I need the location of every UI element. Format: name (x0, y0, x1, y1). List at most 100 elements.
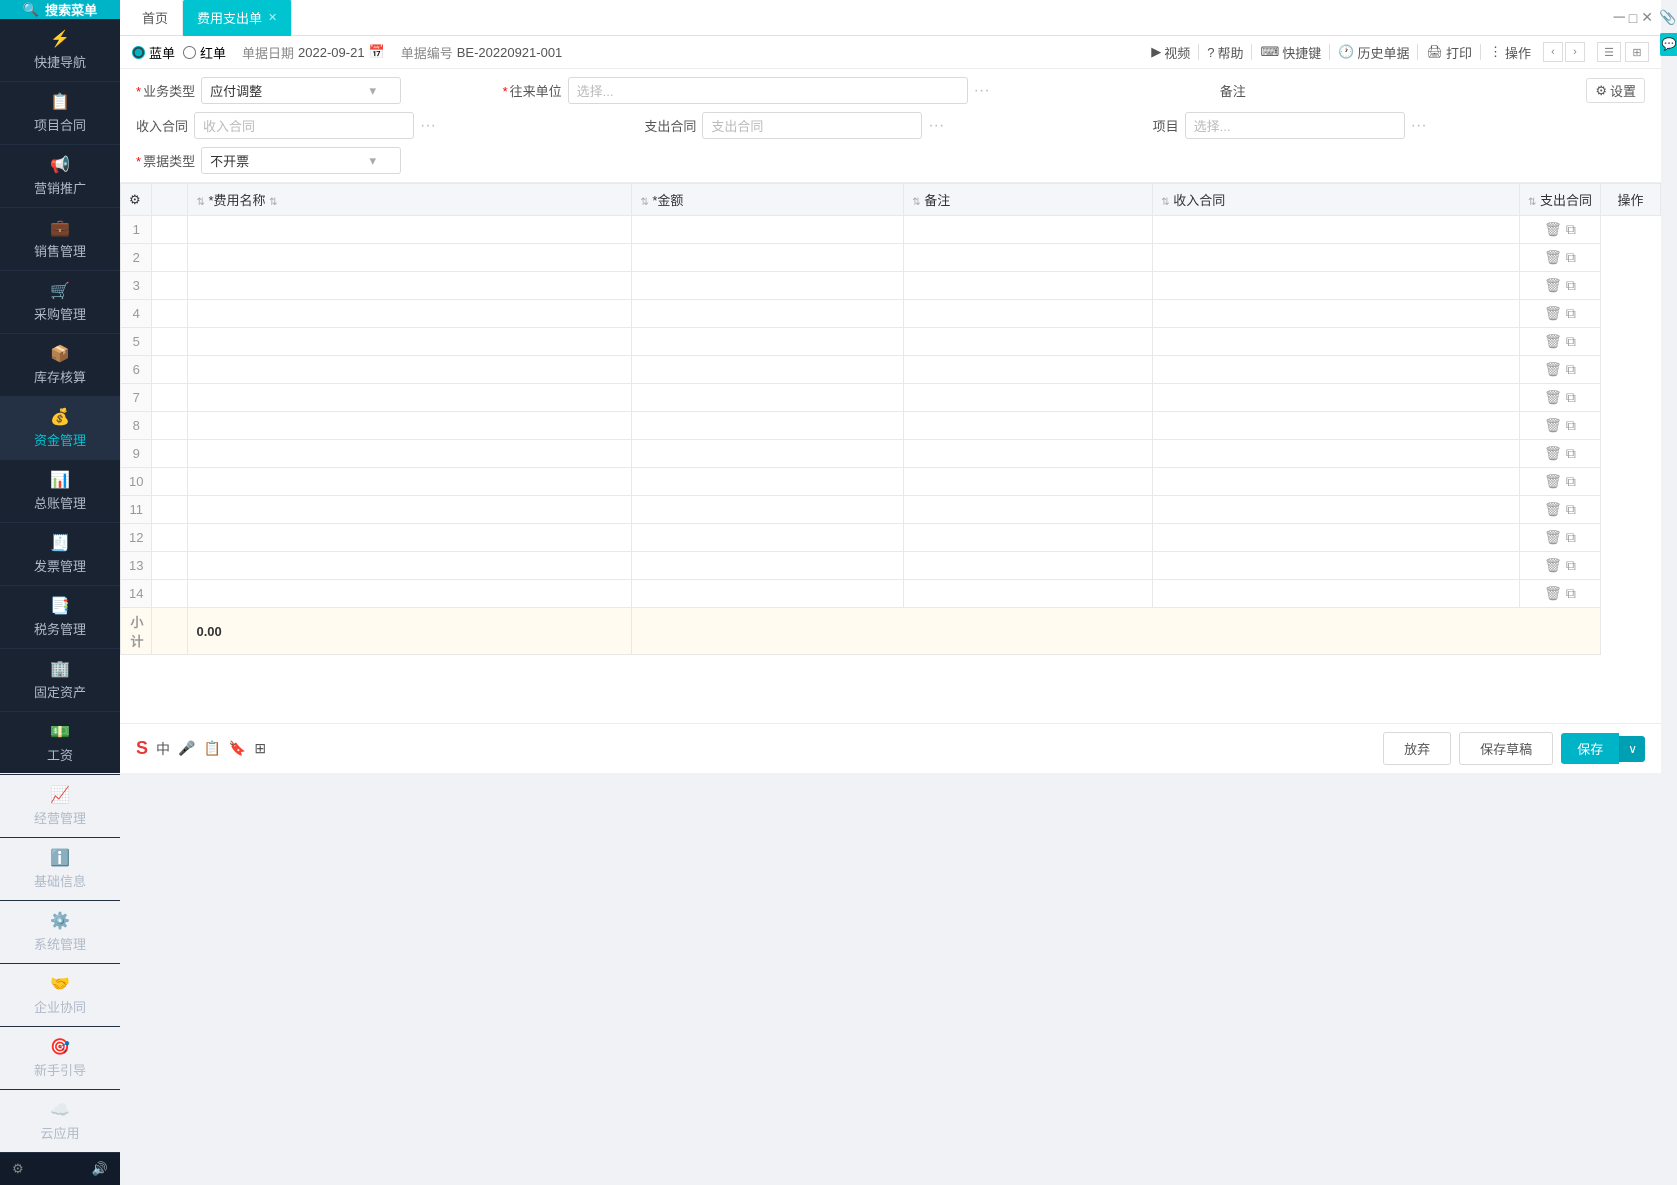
copy-row-icon-9[interactable]: ⧉ (1566, 445, 1576, 462)
cell-expense-contract-8[interactable] (1153, 412, 1520, 440)
sidebar-item-invoice-mgmt[interactable]: 🧾 发票管理 (0, 523, 120, 586)
cell-amount-10[interactable] (188, 468, 632, 496)
cell-expense-contract-6[interactable] (1153, 356, 1520, 384)
cell-remark-4[interactable] (632, 300, 904, 328)
cell-expense-contract-7[interactable] (1153, 384, 1520, 412)
cell-expense-name-6[interactable] (152, 356, 188, 384)
radio-blue-input[interactable] (132, 46, 145, 59)
col-settings[interactable]: ⚙ (121, 184, 152, 216)
delete-row-icon-2[interactable]: 🗑 (1544, 249, 1562, 266)
cell-income-contract-9[interactable] (904, 440, 1153, 468)
cell-amount-3[interactable] (188, 272, 632, 300)
sidebar-item-capital-mgmt[interactable]: 💰 资金管理 (0, 397, 120, 460)
cell-expense-contract-9[interactable] (1153, 440, 1520, 468)
delete-row-icon-8[interactable]: 🗑 (1544, 417, 1562, 434)
delete-row-icon-11[interactable]: 🗑 (1544, 501, 1562, 518)
cell-expense-name-12[interactable] (152, 524, 188, 552)
copy-row-icon-6[interactable]: ⧉ (1566, 361, 1576, 378)
cell-income-contract-7[interactable] (904, 384, 1153, 412)
cell-amount-5[interactable] (188, 328, 632, 356)
cell-expense-contract-2[interactable] (1153, 244, 1520, 272)
view-grid-icon[interactable]: ⊞ (1625, 42, 1649, 62)
bookmark-icon[interactable]: 🔖 (229, 740, 246, 757)
sidebar-item-basic-info[interactable]: ℹ️ 基础信息 (0, 838, 120, 901)
delete-row-icon-13[interactable]: 🗑 (1544, 557, 1562, 574)
save-button[interactable]: 保存 (1561, 733, 1619, 764)
sidebar-item-fixed-assets[interactable]: 🏢 固定资产 (0, 649, 120, 712)
cell-expense-name-2[interactable] (152, 244, 188, 272)
cell-expense-name-13[interactable] (152, 552, 188, 580)
project-input[interactable]: 选择... (1185, 112, 1405, 139)
copy-row-icon-5[interactable]: ⧉ (1566, 333, 1576, 350)
cell-expense-name-10[interactable] (152, 468, 188, 496)
cell-expense-name-11[interactable] (152, 496, 188, 524)
cell-amount-2[interactable] (188, 244, 632, 272)
delete-row-icon-9[interactable]: 🗑 (1544, 445, 1562, 462)
cell-income-contract-10[interactable] (904, 468, 1153, 496)
copy-row-icon-2[interactable]: ⧉ (1566, 249, 1576, 266)
mic-icon[interactable]: 🎤 (178, 740, 195, 757)
cell-expense-contract-5[interactable] (1153, 328, 1520, 356)
radio-red-input[interactable] (183, 46, 196, 59)
tab-expense-bill[interactable]: 费用支出单 ✕ (183, 0, 292, 36)
cell-expense-name-4[interactable] (152, 300, 188, 328)
cell-remark-10[interactable] (632, 468, 904, 496)
side-chat-icon[interactable]: 💬 (1660, 33, 1677, 56)
cell-expense-name-1[interactable] (152, 216, 188, 244)
delete-row-icon-3[interactable]: 🗑 (1544, 277, 1562, 294)
side-clip-icon[interactable]: 📎 (1661, 8, 1677, 25)
cell-expense-name-5[interactable] (152, 328, 188, 356)
cell-remark-5[interactable] (632, 328, 904, 356)
calendar-icon[interactable]: 📅 (369, 44, 385, 60)
cell-income-contract-14[interactable] (904, 580, 1153, 608)
cell-amount-11[interactable] (188, 496, 632, 524)
sidebar-item-project-contract[interactable]: 📋 项目合同 (0, 82, 120, 145)
delete-row-icon-14[interactable]: 🗑 (1544, 585, 1562, 602)
cell-remark-13[interactable] (632, 552, 904, 580)
cell-income-contract-4[interactable] (904, 300, 1153, 328)
sidebar-item-system-mgmt[interactable]: ⚙️ 系统管理 (0, 901, 120, 964)
nav-next[interactable]: › (1565, 42, 1585, 62)
delete-row-icon-1[interactable]: 🗑 (1544, 221, 1562, 238)
project-more-icon[interactable]: ··· (1411, 117, 1427, 135)
cell-income-contract-6[interactable] (904, 356, 1153, 384)
toolbar-btn-print[interactable]: 🖨 打印 (1426, 43, 1472, 62)
cell-amount-14[interactable] (188, 580, 632, 608)
copy-row-icon-14[interactable]: ⧉ (1566, 585, 1576, 602)
cell-amount-12[interactable] (188, 524, 632, 552)
cell-expense-contract-3[interactable] (1153, 272, 1520, 300)
toolbar-btn-ops[interactable]: ⋮ 操作 (1489, 43, 1531, 62)
settings-icon[interactable]: ⚙ (12, 1161, 24, 1177)
copy-row-icon-8[interactable]: ⧉ (1566, 417, 1576, 434)
settings-button[interactable]: ⚙ 设置 (1586, 78, 1645, 103)
sidebar-item-purchase[interactable]: 🛒 采购管理 (0, 271, 120, 334)
phone-icon[interactable]: 中 (156, 739, 170, 759)
cell-income-contract-1[interactable] (904, 216, 1153, 244)
cell-income-contract-8[interactable] (904, 412, 1153, 440)
window-minimize-icon[interactable]: ─ (1613, 9, 1624, 27)
cell-amount-13[interactable] (188, 552, 632, 580)
copy-row-icon-7[interactable]: ⧉ (1566, 389, 1576, 406)
delete-row-icon-12[interactable]: 🗑 (1544, 529, 1562, 546)
cell-expense-contract-4[interactable] (1153, 300, 1520, 328)
cell-amount-1[interactable] (188, 216, 632, 244)
copy-row-icon-13[interactable]: ⧉ (1566, 557, 1576, 574)
cell-amount-4[interactable] (188, 300, 632, 328)
copy-row-icon-11[interactable]: ⧉ (1566, 501, 1576, 518)
cell-remark-6[interactable] (632, 356, 904, 384)
cell-remark-11[interactable] (632, 496, 904, 524)
cell-income-contract-13[interactable] (904, 552, 1153, 580)
view-list-icon[interactable]: ☰ (1597, 42, 1621, 62)
cell-expense-contract-1[interactable] (1153, 216, 1520, 244)
window-close-icon[interactable]: ✕ (1641, 9, 1653, 26)
expense-contract-more-icon[interactable]: ··· (928, 117, 944, 135)
cell-remark-9[interactable] (632, 440, 904, 468)
cell-income-contract-5[interactable] (904, 328, 1153, 356)
nav-prev[interactable]: ‹ (1543, 42, 1563, 62)
cell-remark-7[interactable] (632, 384, 904, 412)
sidebar-item-salary[interactable]: 💵 工资 (0, 712, 120, 775)
cell-remark-8[interactable] (632, 412, 904, 440)
copy-row-icon-3[interactable]: ⧉ (1566, 277, 1576, 294)
toolbar-btn-video[interactable]: ▶ 视频 (1151, 43, 1190, 62)
income-contract-input[interactable]: 收入合同 (194, 112, 414, 139)
